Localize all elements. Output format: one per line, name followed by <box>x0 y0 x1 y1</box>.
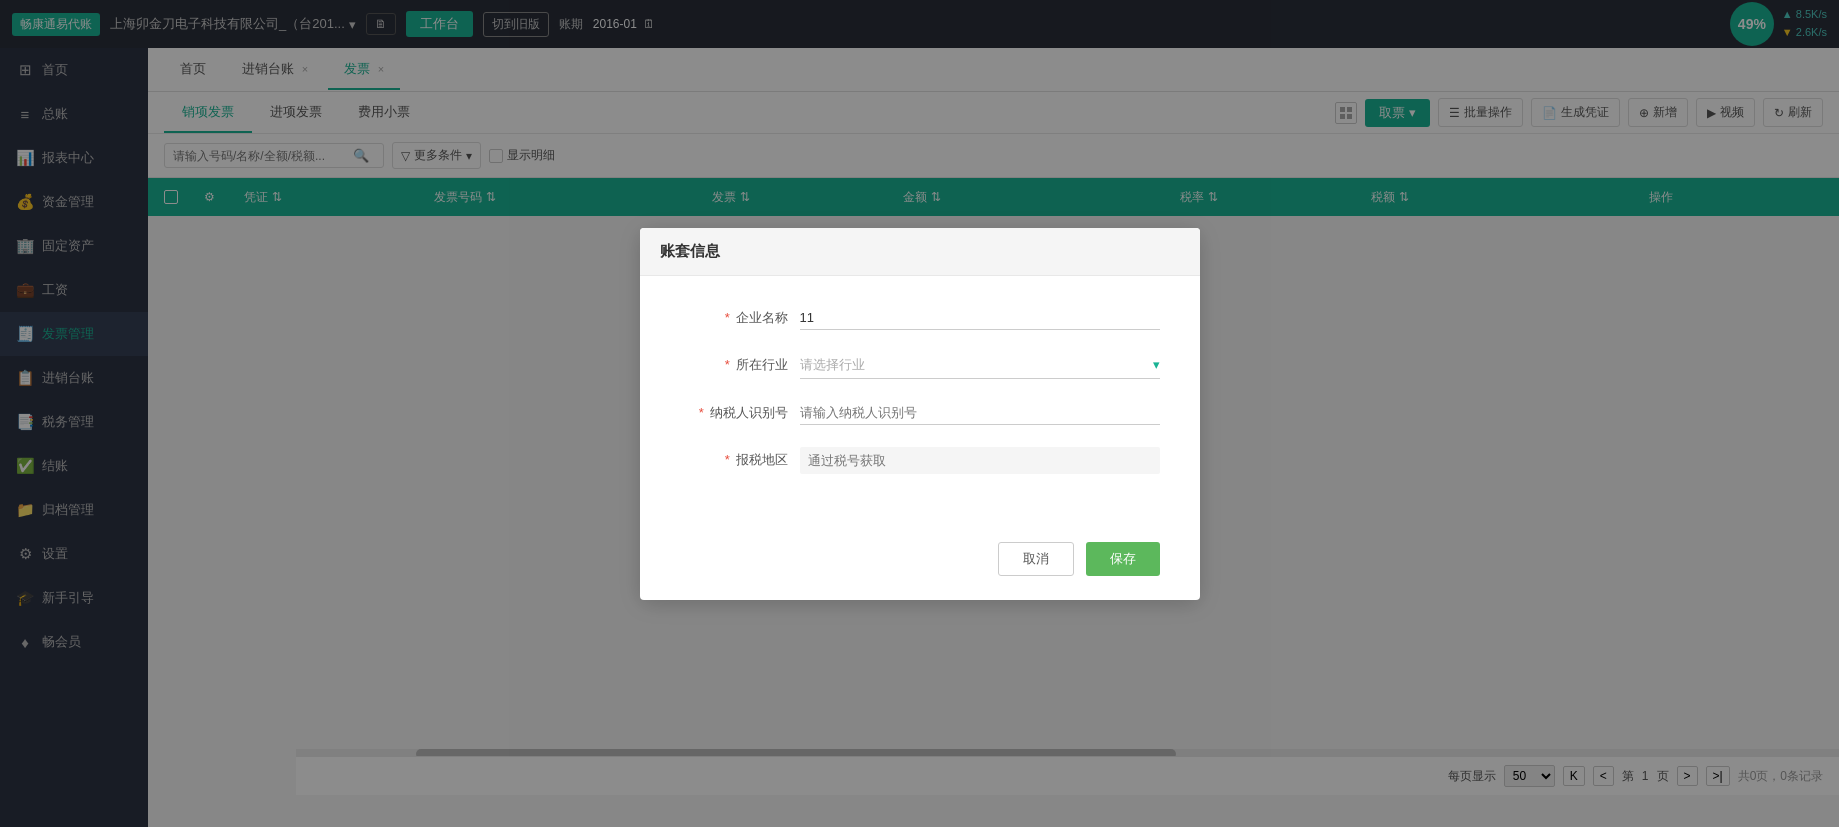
dialog-title: 账套信息 <box>640 228 1200 276</box>
industry-label: * 所在行业 <box>680 356 800 374</box>
form-row-tax-region: * 报税地区 <box>680 447 1160 474</box>
tax-region-input <box>800 447 1160 474</box>
dialog-body: * 企业名称 * 所在行业 请选择行业 ▾ <box>640 276 1200 526</box>
dialog-footer: 取消 保存 <box>640 526 1200 600</box>
cancel-button[interactable]: 取消 <box>998 542 1074 576</box>
account-info-dialog: 账套信息 * 企业名称 * 所在行业 请选择行 <box>640 228 1200 600</box>
tax-id-label: * 纳税人识别号 <box>680 404 800 422</box>
chevron-down-icon: ▾ <box>1153 357 1160 372</box>
form-row-tax-id: * 纳税人识别号 <box>680 401 1160 425</box>
tax-region-field <box>800 447 1160 474</box>
tax-id-input[interactable] <box>800 401 1160 425</box>
dialog-overlay: 账套信息 * 企业名称 * 所在行业 请选择行 <box>0 0 1839 827</box>
tax-id-field <box>800 401 1160 425</box>
industry-field: 请选择行业 ▾ <box>800 352 1160 379</box>
industry-select[interactable]: 请选择行业 ▾ <box>800 352 1160 379</box>
company-name-input[interactable] <box>800 306 1160 330</box>
tax-region-label: * 报税地区 <box>680 451 800 469</box>
form-row-company-name: * 企业名称 <box>680 306 1160 330</box>
company-name-field <box>800 306 1160 330</box>
company-name-label: * 企业名称 <box>680 309 800 327</box>
form-row-industry: * 所在行业 请选择行业 ▾ <box>680 352 1160 379</box>
save-button[interactable]: 保存 <box>1086 542 1160 576</box>
